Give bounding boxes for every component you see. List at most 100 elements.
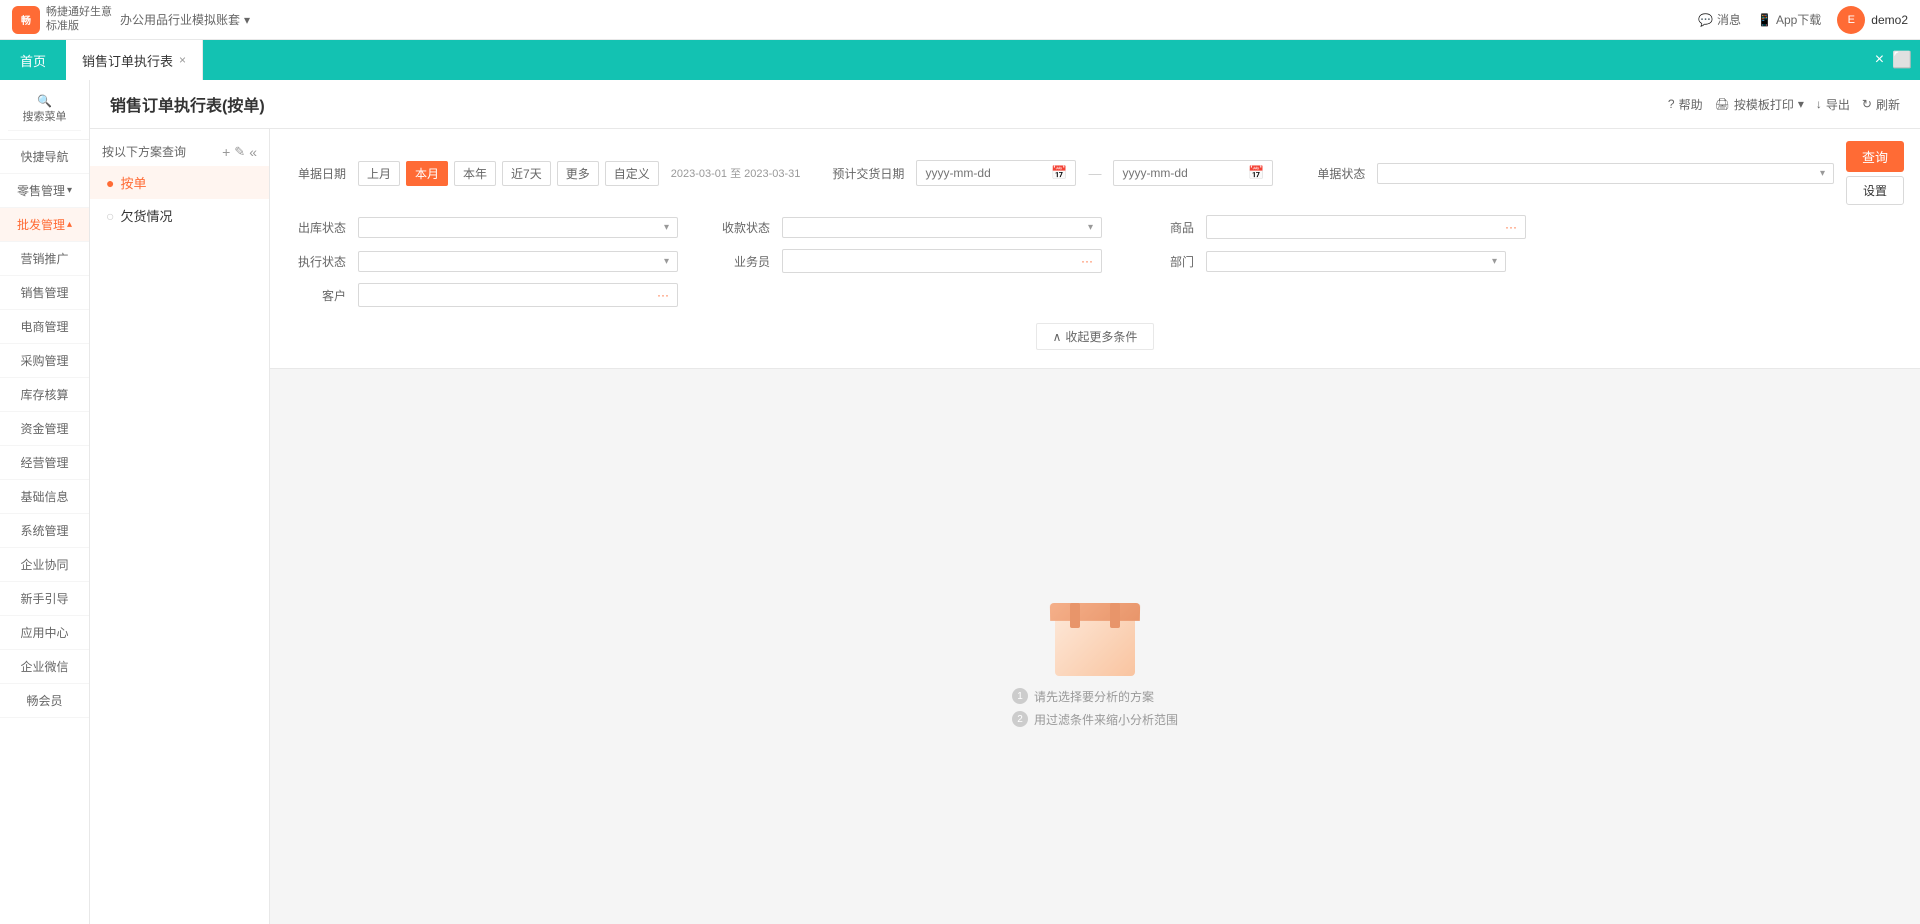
help-icon: ? <box>1668 97 1675 111</box>
scheme-item-order[interactable]: ● 按单 <box>90 166 269 199</box>
sidebar: 🔍 搜索菜单 快捷导航 零售管理 ▾ 批发管理 ▴ 营销推广 销售管理 电商管理… <box>0 80 90 924</box>
collapse-button[interactable]: ∧ 收起更多条件 <box>1036 323 1155 350</box>
template-print-button[interactable]: 🖨 按模板打印 ▾ <box>1715 96 1804 113</box>
tab-close-icon[interactable]: × <box>179 53 186 67</box>
status-select[interactable]: ▾ <box>1377 163 1834 184</box>
logo-text: 畅捷通好生意 标准版 <box>46 6 112 32</box>
refresh-icon: ↻ <box>1862 97 1872 111</box>
sidebar-item-finance[interactable]: 资金管理 <box>0 412 89 446</box>
logo-area: 畅 畅捷通好生意 标准版 <box>12 6 112 34</box>
dept-arrow-icon: ▾ <box>1492 256 1497 267</box>
setting-button[interactable]: 设置 <box>1846 176 1904 205</box>
tab-home[interactable]: 首页 <box>0 40 66 80</box>
split-layout: 按以下方案查询 + ✎ « ● 按单 ○ 欠货情况 <box>90 129 1920 924</box>
left-panel-icons: + ✎ « <box>222 144 257 160</box>
left-panel: 按以下方案查询 + ✎ « ● 按单 ○ 欠货情况 <box>90 129 270 924</box>
customer-input[interactable]: ··· <box>358 283 678 307</box>
sidebar-item-appcenter[interactable]: 应用中心 <box>0 616 89 650</box>
sidebar-item-system[interactable]: 系统管理 <box>0 514 89 548</box>
content-area: 销售订单执行表(按单) ? 帮助 🖨 按模板打印 ▾ ↓ 导出 ↻ 刷新 <box>90 80 1920 924</box>
breadcrumb: 办公用品行业模拟账套 ▾ <box>120 11 250 28</box>
sidebar-item-purchase[interactable]: 采购管理 <box>0 344 89 378</box>
empty-box-lid <box>1050 602 1140 620</box>
user-profile[interactable]: E demo2 <box>1837 6 1908 34</box>
top-bar: 畅 畅捷通好生意 标准版 办公用品行业模拟账套 ▾ 💬 消息 📱 App下载 E… <box>0 0 1920 40</box>
filter-area: 单据日期 上月 本月 本年 近7天 更多 自定义 2023-03-01 至 20… <box>270 129 1920 369</box>
date-btn-this-month[interactable]: 本月 <box>406 161 448 186</box>
collapse-panel-icon[interactable]: « <box>249 144 257 160</box>
tab-bar-right: × ⬜ <box>1875 50 1920 70</box>
sidebar-item-retail[interactable]: 零售管理 ▾ <box>0 174 89 208</box>
filter-row-4: 客户 ··· <box>286 283 1904 307</box>
date-btn-7days[interactable]: 近7天 <box>502 161 551 186</box>
calendar-icon-1: 📅 <box>1051 165 1067 181</box>
top-bar-right: 💬 消息 📱 App下载 E demo2 <box>1698 6 1908 34</box>
sidebar-item-wechat[interactable]: 企业微信 <box>0 650 89 684</box>
sidebar-item-marketing[interactable]: 营销推广 <box>0 242 89 276</box>
sidebar-item-enterprise[interactable]: 企业协同 <box>0 548 89 582</box>
export-button[interactable]: ↓ 导出 <box>1816 96 1850 113</box>
edit-scheme-icon[interactable]: ✎ <box>234 144 245 160</box>
expected-date-end-input[interactable] <box>1122 166 1244 180</box>
app-download-button[interactable]: 📱 App下载 <box>1757 11 1821 28</box>
product-input[interactable]: ··· <box>1206 215 1526 239</box>
stock-status-select[interactable]: ▾ <box>358 217 678 238</box>
salesman-more-icon[interactable]: ··· <box>1081 254 1093 268</box>
exec-status-select[interactable]: ▾ <box>358 251 678 272</box>
main-layout: 🔍 搜索菜单 快捷导航 零售管理 ▾ 批发管理 ▴ 营销推广 销售管理 电商管理… <box>0 80 1920 924</box>
print-icon: 🖨 <box>1715 97 1730 111</box>
date-btn-this-year[interactable]: 本年 <box>454 161 496 186</box>
dept-select[interactable]: ▾ <box>1206 251 1506 272</box>
tab-sales-execution[interactable]: 销售订单执行表 × <box>66 40 203 80</box>
payment-arrow-icon: ▾ <box>1088 222 1093 233</box>
customer-more-icon[interactable]: ··· <box>657 288 669 302</box>
empty-state: 1 请先选择要分析的方案 2 用过滤条件来缩小分析范围 <box>270 369 1920 924</box>
app-icon: 📱 <box>1757 13 1772 27</box>
salesman-text-input[interactable] <box>791 254 1081 268</box>
scheme-order-icon: ● <box>106 175 114 191</box>
expected-date-start[interactable]: 📅 <box>916 160 1076 186</box>
refresh-button[interactable]: ↻ 刷新 <box>1862 96 1900 113</box>
product-text-input[interactable] <box>1215 220 1505 234</box>
sidebar-item-inventory[interactable]: 库存核算 <box>0 378 89 412</box>
sidebar-search-item[interactable]: 🔍 搜索菜单 <box>8 88 81 131</box>
export-icon: ↓ <box>1816 97 1822 111</box>
search-button[interactable]: 查询 <box>1846 141 1904 172</box>
window-maximize-icon[interactable]: ⬜ <box>1892 50 1912 70</box>
print-arrow-icon: ▾ <box>1798 97 1804 111</box>
chevron-up-icon: ▴ <box>67 219 72 230</box>
sidebar-shortcut[interactable]: 快捷导航 <box>0 140 89 174</box>
payment-status-select[interactable]: ▾ <box>782 217 1102 238</box>
product-more-icon[interactable]: ··· <box>1505 220 1517 234</box>
sidebar-item-ecommerce[interactable]: 电商管理 <box>0 310 89 344</box>
window-close-icon[interactable]: × <box>1875 51 1884 69</box>
add-scheme-icon[interactable]: + <box>222 144 230 160</box>
right-content: 单据日期 上月 本月 本年 近7天 更多 自定义 2023-03-01 至 20… <box>270 129 1920 924</box>
empty-box-tab2 <box>1110 603 1120 628</box>
sidebar-item-sales[interactable]: 销售管理 <box>0 276 89 310</box>
help-button[interactable]: ? 帮助 <box>1668 96 1703 113</box>
sidebar-item-operations[interactable]: 经营管理 <box>0 446 89 480</box>
empty-hint-1: 1 请先选择要分析的方案 <box>1012 688 1178 705</box>
date-btn-custom[interactable]: 自定义 <box>605 161 659 186</box>
filter-row-3: 执行状态 ▾ 业务员 ··· 部门 ▾ <box>286 249 1904 273</box>
date-btn-last-month[interactable]: 上月 <box>358 161 400 186</box>
salesman-input[interactable]: ··· <box>782 249 1102 273</box>
sidebar-item-member[interactable]: 畅会员 <box>0 684 89 718</box>
filter-row-1: 单据日期 上月 本月 本年 近7天 更多 自定义 2023-03-01 至 20… <box>286 141 1904 205</box>
sidebar-search-section: 🔍 搜索菜单 <box>0 80 89 140</box>
scheme-item-shortage[interactable]: ○ 欠货情况 <box>90 199 269 232</box>
sidebar-item-guide[interactable]: 新手引导 <box>0 582 89 616</box>
sidebar-item-basic[interactable]: 基础信息 <box>0 480 89 514</box>
sidebar-item-wholesale[interactable]: 批发管理 ▴ <box>0 208 89 242</box>
customer-text-input[interactable] <box>367 288 657 302</box>
expected-date-start-input[interactable] <box>925 166 1047 180</box>
empty-illustration <box>1035 566 1155 676</box>
empty-hints: 1 请先选择要分析的方案 2 用过滤条件来缩小分析范围 <box>1012 688 1178 728</box>
page-actions: ? 帮助 🖨 按模板打印 ▾ ↓ 导出 ↻ 刷新 <box>1668 96 1900 113</box>
empty-box-tab <box>1070 603 1080 628</box>
date-btn-more[interactable]: 更多 <box>557 161 599 186</box>
expected-date-end[interactable]: 📅 <box>1113 160 1273 186</box>
message-button[interactable]: 💬 消息 <box>1698 11 1741 28</box>
scheme-shortage-icon: ○ <box>106 208 114 224</box>
